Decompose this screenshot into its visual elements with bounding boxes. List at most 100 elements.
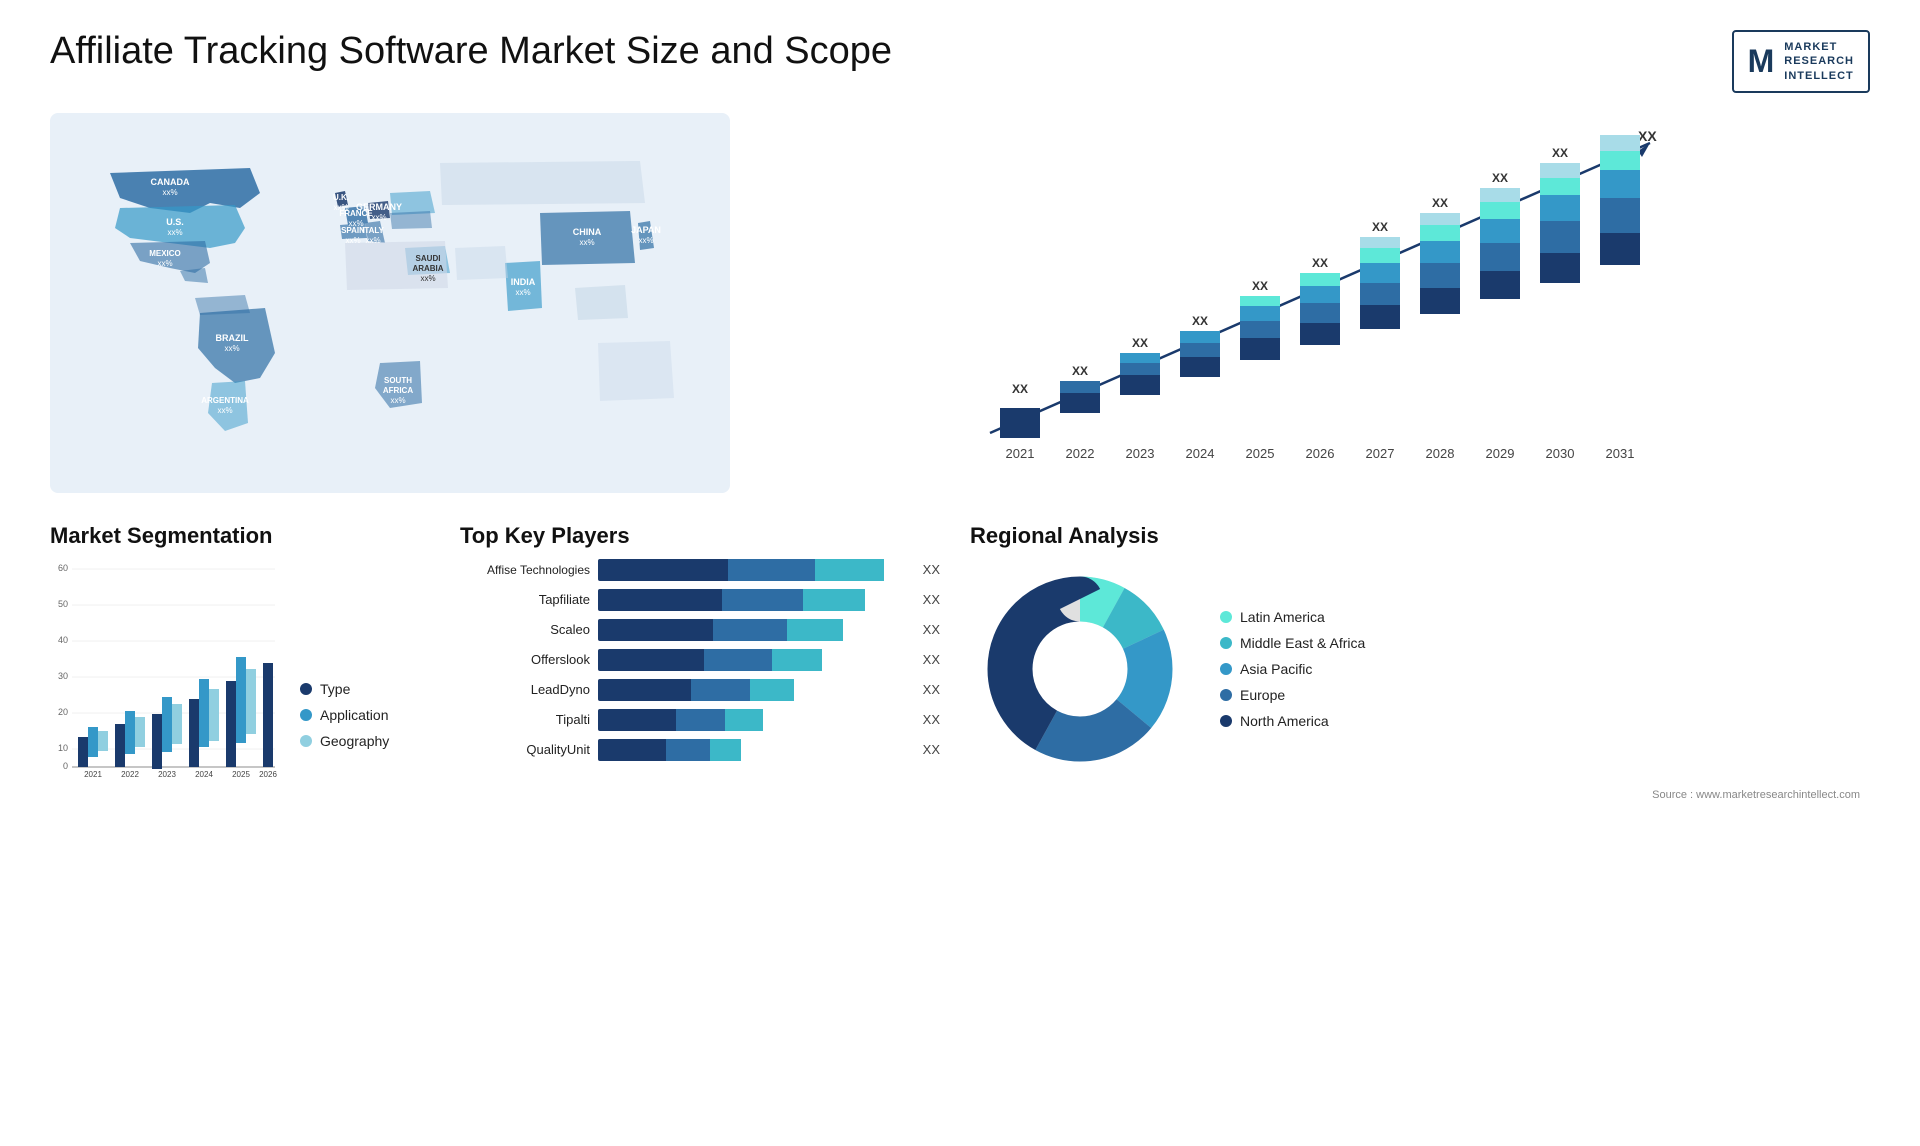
svg-text:20: 20 [58,707,68,717]
svg-text:CANADA: CANADA [151,177,190,187]
svg-text:SAUDI: SAUDI [416,254,441,263]
svg-text:2025: 2025 [1246,446,1275,461]
segmentation-title: Market Segmentation [50,523,430,549]
world-map: CANADA xx% U.S. xx% MEXICO xx% BRAZIL xx… [50,113,730,493]
svg-text:GERMANY: GERMANY [356,202,402,212]
svg-text:2028: 2028 [1426,446,1455,461]
svg-text:10: 10 [58,743,68,753]
svg-text:2026: 2026 [1306,446,1335,461]
svg-text:ARABIA: ARABIA [412,264,443,273]
player-row-affise: Affise Technologies XX [460,559,940,581]
seg-legend: Type Application Geography [300,681,389,779]
player-name-affise: Affise Technologies [460,563,590,577]
legend-north-america: North America [1220,713,1365,729]
player-name-leaddyno: LeadDyno [460,682,590,697]
svg-text:U.K.: U.K. [333,193,349,202]
segmentation-svg: 60 50 40 30 20 10 0 2021 [50,559,280,779]
svg-text:60: 60 [58,563,68,573]
bar-chart-svg: XX XX XX XX XX XX [770,113,1870,493]
svg-text:BRAZIL: BRAZIL [216,333,249,343]
players-bar-list: Affise Technologies XX Tapfiliate [460,559,940,761]
player-xx-tapfiliate: XX [923,592,940,607]
svg-text:XX: XX [1638,128,1657,144]
legend-app-dot [300,709,312,721]
legend-asia-pacific: Asia Pacific [1220,661,1365,677]
legend-middle-east-africa: Middle East & Africa [1220,635,1365,651]
player-name-scaleo: Scaleo [460,622,590,637]
svg-text:xx%: xx% [515,288,530,297]
player-row-offerslook: Offerslook XX [460,649,940,671]
player-row-tapfiliate: Tapfiliate XX [460,589,940,611]
svg-text:XX: XX [1072,364,1088,378]
svg-text:2022: 2022 [1066,446,1095,461]
svg-text:2031: 2031 [1606,446,1635,461]
map-svg: CANADA xx% U.S. xx% MEXICO xx% BRAZIL xx… [50,113,730,493]
logo: M MARKET RESEARCH INTELLECT [1732,30,1870,93]
svg-text:2026: 2026 [259,770,277,779]
player-bar-scaleo [598,619,909,641]
svg-text:xx%: xx% [157,259,172,268]
svg-text:XX: XX [1312,256,1328,270]
svg-text:2024: 2024 [1186,446,1215,461]
svg-text:xx%: xx% [224,344,239,353]
svg-text:0: 0 [63,761,68,771]
market-segmentation: Market Segmentation 60 50 40 30 20 10 0 [50,523,430,779]
svg-text:2023: 2023 [158,770,176,779]
legend-geography: Geography [300,733,389,749]
regional-content: Latin America Middle East & Africa Asia … [970,559,1870,779]
top-row: CANADA xx% U.S. xx% MEXICO xx% BRAZIL xx… [0,103,1920,513]
svg-text:2023: 2023 [1126,446,1155,461]
player-row-scaleo: Scaleo XX [460,619,940,641]
player-bar-tipalti [598,709,909,731]
svg-text:xx%: xx% [162,188,177,197]
player-row-tipalti: Tipalti XX [460,709,940,731]
header: Affiliate Tracking Software Market Size … [0,0,1920,103]
svg-text:xx%: xx% [420,274,435,283]
player-bar-leaddyno [598,679,909,701]
bottom-row: Market Segmentation 60 50 40 30 20 10 0 [0,513,1920,821]
player-name-offerslook: Offerslook [460,652,590,667]
legend-type: Type [300,681,389,697]
growth-bar-chart: XX XX XX XX XX XX [770,113,1870,493]
svg-text:xx%: xx% [365,236,380,245]
svg-text:ITALY: ITALY [362,226,384,235]
legend-type-dot [300,683,312,695]
svg-text:2027: 2027 [1366,446,1395,461]
svg-text:JAPAN: JAPAN [631,225,661,235]
legend-application: Application [300,707,389,723]
player-xx-tipalti: XX [923,712,940,727]
svg-text:XX: XX [1432,196,1448,210]
player-name-tipalti: Tipalti [460,712,590,727]
svg-text:xx%: xx% [345,236,360,245]
regional-analysis: Regional Analysis [970,523,1870,801]
player-bar-qualityunit [598,739,909,761]
svg-text:2029: 2029 [1486,446,1515,461]
player-row-leaddyno: LeadDyno XX [460,679,940,701]
legend-europe-dot [1220,689,1232,701]
legend-geo-dot [300,735,312,747]
svg-text:XX: XX [1492,171,1508,185]
player-row-qualityunit: QualityUnit XX [460,739,940,761]
svg-text:XX: XX [1192,314,1208,328]
legend-europe: Europe [1220,687,1365,703]
svg-text:ARGENTINA: ARGENTINA [201,396,249,405]
player-bar-offerslook [598,649,909,671]
legend-latin-dot [1220,611,1232,623]
svg-text:50: 50 [58,599,68,609]
source-text: Source : www.marketresearchintellect.com [970,789,1870,801]
player-xx-offerslook: XX [923,652,940,667]
svg-text:XX: XX [1552,146,1568,160]
svg-text:2022: 2022 [121,770,139,779]
player-xx-affise: XX [923,562,940,577]
donut-svg [970,559,1190,779]
svg-text:XX: XX [1012,382,1028,396]
regional-legend: Latin America Middle East & Africa Asia … [1220,609,1365,729]
svg-text:2024: 2024 [195,770,213,779]
svg-text:2021: 2021 [1006,446,1035,461]
svg-text:40: 40 [58,635,68,645]
logo-letter: M [1748,43,1775,80]
svg-text:xx%: xx% [167,228,182,237]
legend-mea-dot [1220,637,1232,649]
svg-text:XX: XX [1372,220,1388,234]
legend-latin-america: Latin America [1220,609,1365,625]
